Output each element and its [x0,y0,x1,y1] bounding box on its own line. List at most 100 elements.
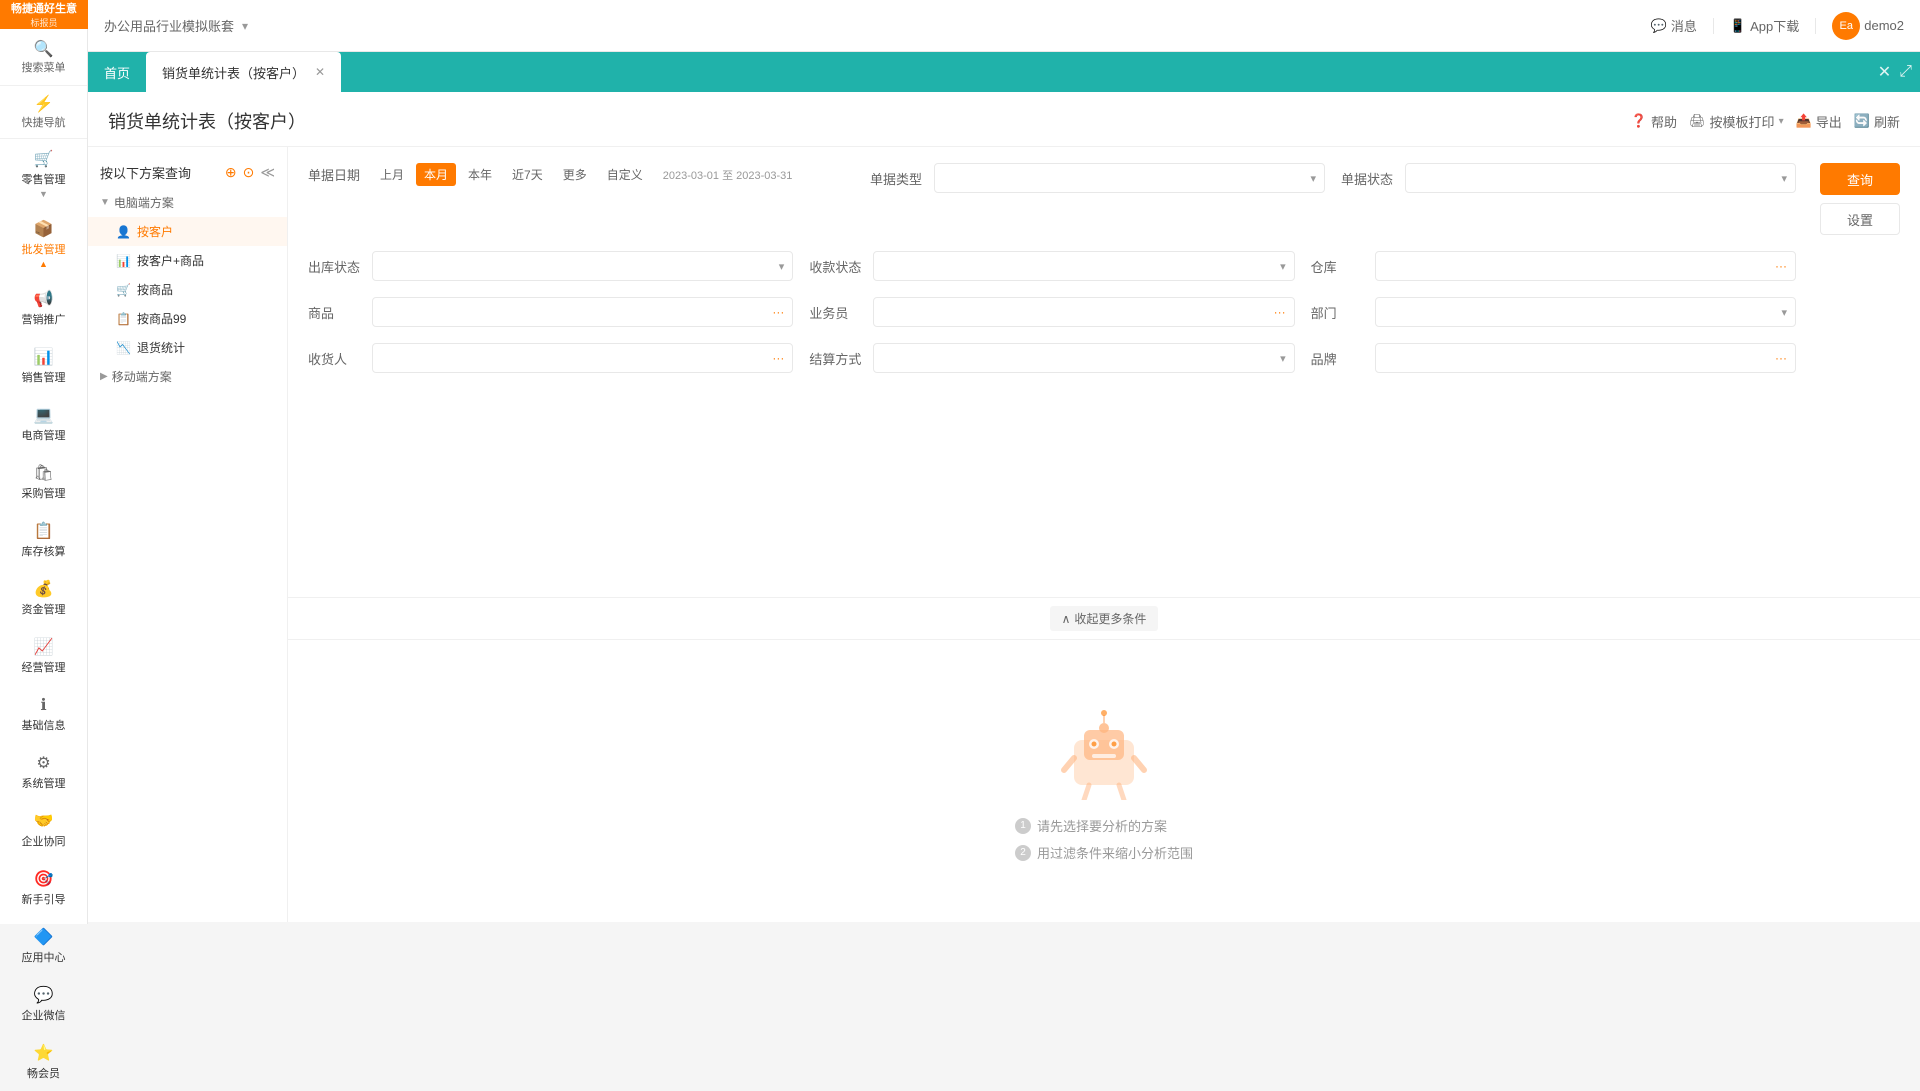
sidebar-item-inventory[interactable]: 📋 库存核算 [0,511,87,569]
page-title: 销货单统计表（按客户） [108,108,306,134]
sidebar-item-retail[interactable]: 🛒 零售管理 ▼ [0,139,87,209]
breadcrumb-dropdown-icon[interactable]: ▾ [242,19,248,33]
date-tabs: 上月 本月 本年 近7天 更多 自定义 [372,163,651,186]
doc-status-dropdown-icon: ▾ [1781,172,1787,185]
brand-label: 品牌 [1311,349,1367,368]
filter-row-2: 出库状态 ▾ 收款状态 ▾ [308,251,1900,281]
page-header: 销货单统计表（按客户） ❓ 帮助 🖨 按模板打印 ▾ 📤 导出 🔄 刷新 [88,92,1920,147]
top-header: 办公用品行业模拟账套 ▾ 💬 消息 📱 App下载 Ea demo2 [88,0,1920,52]
date-tab-this-month[interactable]: 本月 [416,163,456,186]
by-goods-icon: 🛒 [116,283,131,297]
scheme-actions: ⊕ ⊙ ≪ [225,164,275,181]
system-label: 系统管理 [22,775,66,791]
member-label: 畅会员 [27,1065,60,1081]
sidebar-item-system[interactable]: ⚙ 系统管理 [0,743,87,801]
app-center-icon: 🔷 [34,927,54,947]
sidebar-item-newbie[interactable]: 🎯 新手引导 [0,859,87,917]
print-icon: 🖨 [1689,113,1706,129]
window-close-icon[interactable]: ✕ [1878,62,1891,82]
date-tab-custom[interactable]: 自定义 [599,163,651,186]
scheme-item-by-customer[interactable]: 👤 按客户 [88,217,287,246]
date-tab-last-month[interactable]: 上月 [372,163,412,186]
newbie-icon: 🎯 [34,869,54,889]
settings-button[interactable]: 设置 [1820,203,1900,235]
payment-label: 结算方式 [809,349,865,368]
receiver-label: 收货人 [308,349,364,368]
purchase-label: 采购管理 [22,485,66,501]
return-stat-icon: 📉 [116,341,131,355]
brand-input[interactable]: ··· [1375,343,1796,373]
scheme-settings-icon[interactable]: ⊙ [243,164,255,181]
warehouse-input[interactable]: ··· [1375,251,1796,281]
ecommerce-label: 电商管理 [22,427,66,443]
sidebar-item-basic-info[interactable]: ℹ 基础信息 [0,685,87,743]
print-dropdown-icon: ▾ [1779,116,1784,127]
sales-label: 销售管理 [22,369,66,385]
scheme-collapse-icon[interactable]: ≪ [260,164,275,181]
payment-input[interactable]: ▾ [873,343,1294,373]
collapse-button[interactable]: ∧ 收起更多条件 [1050,606,1159,631]
sidebar-item-wholesale[interactable]: 📦 批发管理 ▲ [0,209,87,279]
goods-input[interactable]: ··· [372,297,793,327]
scheme-item-by-goods[interactable]: 🛒 按商品 [88,275,287,304]
scheme-add-icon[interactable]: ⊕ [225,164,237,181]
enterprise-label: 企业协同 [22,833,66,849]
sidebar-item-operation[interactable]: 📈 经营管理 [0,627,87,685]
sidebar-item-ecommerce[interactable]: 💻 电商管理 [0,395,87,453]
by-goods-99-icon: 📋 [116,312,131,326]
sidebar-item-wechat[interactable]: 💬 企业微信 [0,975,87,1033]
dept-input[interactable]: ▾ [1375,297,1796,327]
refresh-label: 刷新 [1874,112,1900,131]
basic-info-label: 基础信息 [22,717,66,733]
header-divider [1713,18,1714,34]
export-button[interactable]: 📤 导出 [1796,112,1842,131]
date-tab-this-year[interactable]: 本年 [460,163,500,186]
mobile-category-label: 移动端方案 [112,368,172,385]
sidebar-item-app-center[interactable]: 🔷 应用中心 [0,917,87,975]
scheme-item-by-customer-goods[interactable]: 📊 按客户+商品 [88,246,287,275]
sidebar-item-quick-nav[interactable]: ⚡ 快捷导航 [0,86,87,139]
salesman-input[interactable]: ··· [873,297,1294,327]
sidebar-item-search[interactable]: 🔍 搜索菜单 [0,29,87,86]
scheme-item-return-stat[interactable]: 📉 退货统计 [88,333,287,362]
tab-home[interactable]: 首页 [88,52,146,92]
ecommerce-icon: 💻 [34,405,54,425]
user-menu-button[interactable]: Ea demo2 [1832,12,1904,40]
help-button[interactable]: ❓ 帮助 [1631,112,1677,131]
help-label: 帮助 [1651,112,1677,131]
tab-sales-stat[interactable]: 销货单统计表（按客户） ✕ [146,52,341,92]
doc-type-dropdown-icon: ▾ [1310,172,1316,185]
doc-status-input[interactable]: ▾ [1405,163,1796,193]
tab-sales-stat-close-icon[interactable]: ✕ [315,65,325,79]
sidebar-item-purchase[interactable]: 🛍 采购管理 [0,453,87,511]
print-button[interactable]: 🖨 按模板打印 ▾ [1689,112,1784,131]
scheme-header: 按以下方案查询 ⊕ ⊙ ≪ [88,157,287,188]
sidebar-item-member[interactable]: ⭐ 畅会员 [0,1033,87,1091]
scheme-category-desktop[interactable]: ▼ 电脑端方案 [88,188,287,217]
by-customer-icon: 👤 [116,225,131,239]
sidebar-item-marketing[interactable]: 📢 营销推广 [0,279,87,337]
receive-status-input[interactable]: ▾ [873,251,1294,281]
collapse-bar: ∧ 收起更多条件 [288,597,1920,640]
scheme-item-by-goods-99[interactable]: 📋 按商品99 [88,304,287,333]
date-tab-more[interactable]: 更多 [555,163,595,186]
message-button[interactable]: 💬 消息 [1651,16,1697,35]
warehouse-dots-icon: ··· [1775,259,1787,273]
receiver-input[interactable]: ··· [372,343,793,373]
query-button[interactable]: 查询 [1820,163,1900,195]
wechat-icon: 💬 [34,985,54,1005]
doc-type-input[interactable]: ▾ [934,163,1325,193]
sidebar-item-sales[interactable]: 📊 销售管理 [0,337,87,395]
sidebar-item-finance[interactable]: 💰 资金管理 [0,569,87,627]
mobile-category-arrow-icon: ▶ [100,371,108,382]
purchase-icon: 🛍 [33,463,53,483]
scheme-category-mobile[interactable]: ▶ 移动端方案 [88,362,287,391]
sidebar-item-enterprise[interactable]: 🤝 企业协同 [0,801,87,859]
window-maximize-icon[interactable]: ⤢ [1899,63,1912,81]
out-status-input[interactable]: ▾ [372,251,793,281]
retail-arrow-icon: ▼ [39,189,48,199]
date-tab-last-7[interactable]: 近7天 [504,163,551,186]
refresh-button[interactable]: 🔄 刷新 [1854,112,1900,131]
refresh-icon: 🔄 [1854,113,1870,129]
app-download-button[interactable]: 📱 App下载 [1730,16,1799,35]
